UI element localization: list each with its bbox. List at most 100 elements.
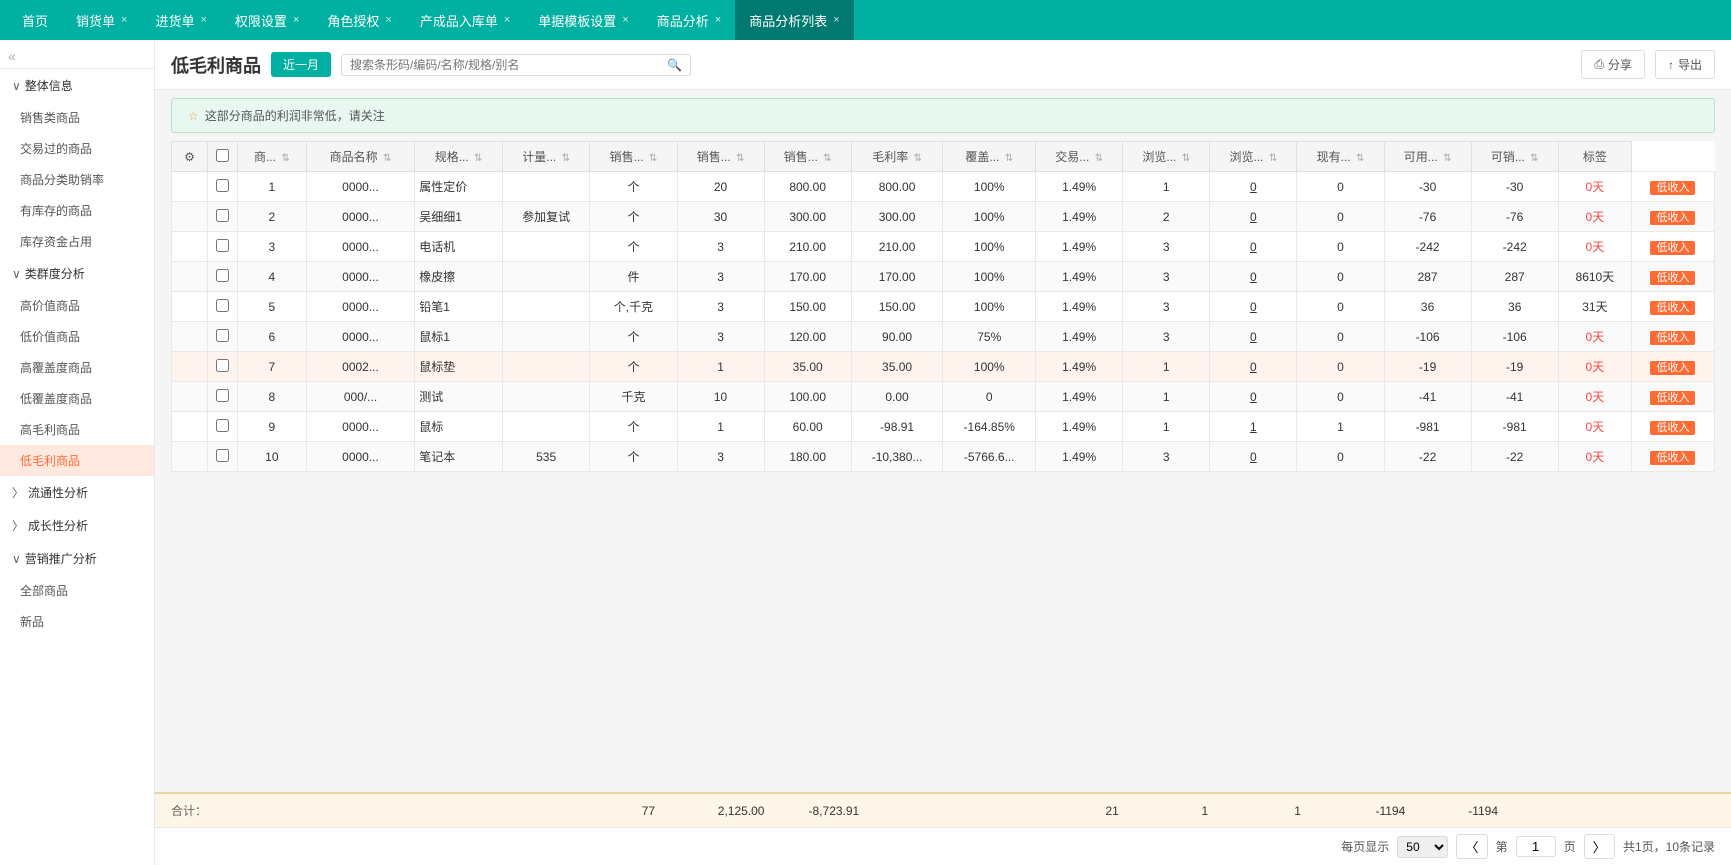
row-select-checkbox[interactable] — [216, 359, 229, 372]
row-checkbox[interactable] — [208, 382, 238, 412]
sidebar-item-high-margin[interactable]: 高毛利商品 — [0, 414, 154, 445]
browse-link[interactable]: 0 — [1250, 450, 1257, 464]
col-settings[interactable]: ⚙ — [172, 142, 208, 172]
sidebar-item-high-coverage[interactable]: 高覆盖度商品 — [0, 352, 154, 383]
sidebar-item-traded-products[interactable]: 交易过的商品 — [0, 133, 154, 164]
browse-link[interactable]: 0 — [1250, 390, 1257, 404]
search-icon[interactable]: 🔍 — [667, 58, 682, 72]
sidebar-group-growth-title[interactable]: 〉 成长性分析 — [0, 509, 154, 542]
sidebar-group-cluster-title[interactable]: ∨ 类群度分析 — [0, 257, 154, 290]
select-all-checkbox[interactable] — [216, 149, 229, 162]
sidebar-item-new-products[interactable]: 新品 — [0, 606, 154, 637]
browse-link[interactable]: 0 — [1250, 330, 1257, 344]
sidebar-group-marketing-title[interactable]: ∨ 营销推广分析 — [0, 542, 154, 575]
row-available: -106 — [1471, 322, 1558, 352]
row-settings[interactable] — [172, 382, 208, 412]
sidebar-group-general-title[interactable]: ∨ 整体信息 — [0, 69, 154, 102]
row-settings[interactable] — [172, 292, 208, 322]
next-page-button[interactable]: 〉 — [1584, 834, 1615, 859]
nav-home[interactable]: 首页 — [8, 0, 62, 40]
table-body: 1 0000... 属性定价 个 20 800.00 800.00 100% 1… — [172, 172, 1715, 472]
row-settings[interactable] — [172, 442, 208, 472]
row-checkbox[interactable] — [208, 172, 238, 202]
sidebar-item-all-products[interactable]: 全部商品 — [0, 575, 154, 606]
nav-purchase-order[interactable]: 进货单 × — [141, 0, 220, 40]
nav-close-icon[interactable]: × — [200, 14, 206, 26]
row-trade: 1 — [1123, 412, 1210, 442]
col-browse1: 浏览... ⇅ — [1123, 142, 1210, 172]
row-checkbox[interactable] — [208, 322, 238, 352]
row-select-checkbox[interactable] — [216, 419, 229, 432]
col-checkbox[interactable] — [208, 142, 238, 172]
nav-template-settings[interactable]: 单据模板设置 × — [524, 0, 642, 40]
row-select-checkbox[interactable] — [216, 209, 229, 222]
nav-close-icon[interactable]: × — [121, 14, 127, 26]
row-num: 3 — [238, 232, 307, 262]
nav-product-in[interactable]: 产成品入库单 × — [406, 0, 524, 40]
row-sellable: 8610天 — [1558, 262, 1631, 292]
row-settings[interactable] — [172, 352, 208, 382]
row-settings[interactable] — [172, 322, 208, 352]
browse-link[interactable]: 0 — [1250, 240, 1257, 254]
nav-close-icon[interactable]: × — [504, 14, 510, 26]
page-input[interactable] — [1516, 836, 1556, 857]
sidebar-group-circulation-title[interactable]: 〉 流通性分析 — [0, 476, 154, 509]
nav-close-icon[interactable]: × — [293, 14, 299, 26]
browse-link[interactable]: 0 — [1250, 210, 1257, 224]
nav-close-icon[interactable]: × — [385, 14, 391, 26]
row-checkbox[interactable] — [208, 292, 238, 322]
row-select-checkbox[interactable] — [216, 179, 229, 192]
row-checkbox[interactable] — [208, 352, 238, 382]
date-filter-button[interactable]: 近一月 — [271, 52, 331, 77]
browse-link[interactable]: 0 — [1250, 180, 1257, 194]
row-select-checkbox[interactable] — [216, 389, 229, 402]
row-select-checkbox[interactable] — [216, 239, 229, 252]
row-checkbox[interactable] — [208, 442, 238, 472]
row-sellable: 0天 — [1558, 172, 1631, 202]
table-row: 9 0000... 鼠标 个 1 60.00 -98.91 -164.85% 1… — [172, 412, 1715, 442]
search-input[interactable] — [350, 58, 667, 72]
prev-page-button[interactable]: 〈 — [1456, 834, 1487, 859]
browse-link[interactable]: 0 — [1250, 300, 1257, 314]
row-settings[interactable] — [172, 412, 208, 442]
sidebar-item-low-margin[interactable]: 低毛利商品 — [0, 445, 154, 476]
export-button[interactable]: ↑ 导出 — [1655, 50, 1715, 79]
sidebar-item-low-value[interactable]: 低价值商品 — [0, 321, 154, 352]
row-name: 鼠标垫 — [415, 352, 503, 382]
nav-close-icon[interactable]: × — [622, 14, 628, 26]
row-settings[interactable] — [172, 232, 208, 262]
per-page-select[interactable]: 50 100 200 — [1397, 836, 1448, 858]
row-settings[interactable] — [172, 262, 208, 292]
browse-link[interactable]: 0 — [1250, 360, 1257, 374]
nav-close-icon[interactable]: × — [715, 14, 721, 26]
sidebar-item-inventory-capital[interactable]: 库存资金占用 — [0, 226, 154, 257]
sidebar-item-stocked-products[interactable]: 有库存的商品 — [0, 195, 154, 226]
browse-link[interactable]: 0 — [1250, 270, 1257, 284]
sidebar-item-sales-products[interactable]: 销售类商品 — [0, 102, 154, 133]
row-checkbox[interactable] — [208, 202, 238, 232]
row-select-checkbox[interactable] — [216, 449, 229, 462]
row-checkbox[interactable] — [208, 412, 238, 442]
row-select-checkbox[interactable] — [216, 269, 229, 282]
row-settings[interactable] — [172, 202, 208, 232]
nav-permission-settings[interactable]: 权限设置 × — [221, 0, 313, 40]
share-button[interactable]: ⎙ 分享 — [1581, 50, 1645, 79]
row-select-checkbox[interactable] — [216, 299, 229, 312]
row-settings[interactable] — [172, 172, 208, 202]
sidebar-item-low-coverage[interactable]: 低覆盖度商品 — [0, 383, 154, 414]
row-select-checkbox[interactable] — [216, 329, 229, 342]
nav-role-auth[interactable]: 角色授权 × — [313, 0, 405, 40]
nav-sales-order[interactable]: 销货单 × — [62, 0, 141, 40]
row-sales-profit: 210.00 — [851, 232, 943, 262]
sidebar-item-high-value[interactable]: 高价值商品 — [0, 290, 154, 321]
row-checkbox[interactable] — [208, 262, 238, 292]
row-checkbox[interactable] — [208, 232, 238, 262]
nav-product-analysis[interactable]: 商品分析 × — [643, 0, 735, 40]
sidebar-item-category-sales-rate[interactable]: 商品分类助销率 — [0, 164, 154, 195]
sidebar-collapse-button[interactable]: « — [8, 48, 16, 64]
row-sellable: 0天 — [1558, 382, 1631, 412]
browse-link[interactable]: 1 — [1250, 420, 1257, 434]
nav-product-analysis-list[interactable]: 商品分析列表 × — [735, 0, 853, 40]
nav-close-icon[interactable]: × — [833, 14, 839, 26]
col-spec: 规格... ⇅ — [415, 142, 503, 172]
